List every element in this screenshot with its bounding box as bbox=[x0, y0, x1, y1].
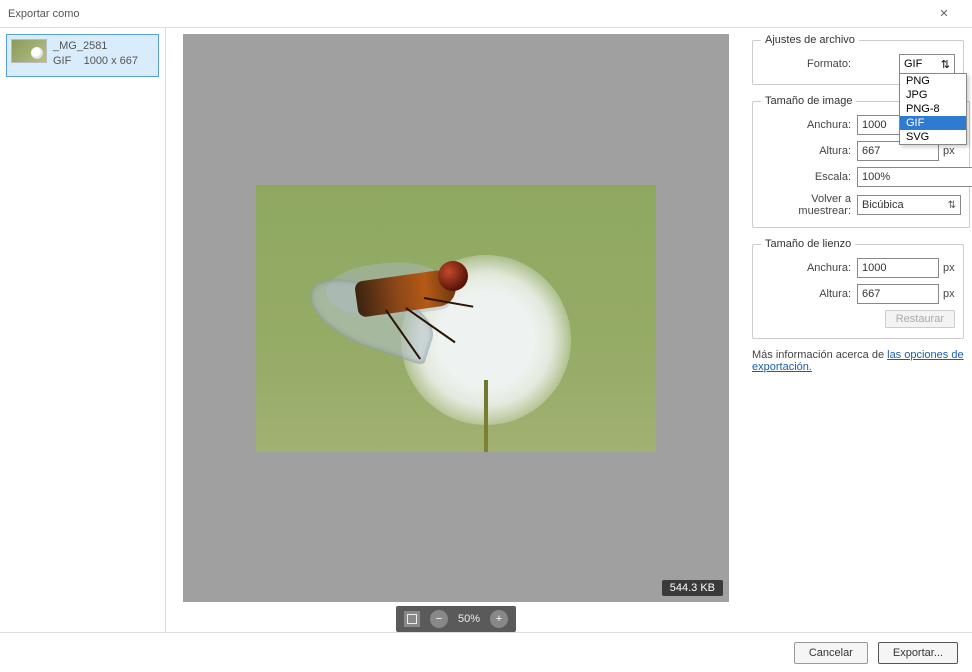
thumbnail-image bbox=[11, 39, 47, 63]
format-option-svg[interactable]: SVG bbox=[900, 130, 966, 144]
format-option-png[interactable]: PNG bbox=[900, 74, 966, 88]
filesize-badge: 544.3 KB bbox=[662, 580, 723, 596]
image-width-label: Anchura: bbox=[761, 119, 857, 131]
resample-label: Volver a muestrear: bbox=[761, 193, 857, 217]
format-option-png-8[interactable]: PNG-8 bbox=[900, 102, 966, 116]
file-settings-group: Ajustes de archivo Formato: GIF ⇅ PNGJPG… bbox=[752, 34, 964, 85]
px-unit: px bbox=[943, 288, 955, 300]
chevron-updown-icon: ⇅ bbox=[948, 200, 956, 211]
chevron-updown-icon: ⇅ bbox=[941, 58, 950, 71]
thumbnail-dimensions: 1000 x 667 bbox=[84, 55, 138, 67]
resample-value: Bicúbica bbox=[862, 199, 904, 211]
thumbnail-item[interactable]: _MG_2581 GIF 1000 x 667 bbox=[6, 34, 159, 77]
main-area: _MG_2581 GIF 1000 x 667 bbox=[0, 28, 972, 632]
export-info-text: Más información acerca de las opciones d… bbox=[752, 349, 964, 373]
format-dropdown: PNGJPGPNG-8GIFSVG bbox=[899, 73, 967, 145]
scale-stepper[interactable]: ▲ ▼ bbox=[857, 167, 961, 187]
preview-panel: 544.3 KB − 50% + bbox=[166, 28, 746, 632]
canvas-height-input[interactable] bbox=[857, 284, 939, 304]
canvas-width-label: Anchura: bbox=[761, 262, 857, 274]
px-unit: px bbox=[943, 262, 955, 274]
dialog-footer: Cancelar Exportar... bbox=[0, 632, 972, 672]
canvas-width-input[interactable] bbox=[857, 258, 939, 278]
close-button[interactable]: ✕ bbox=[924, 0, 964, 28]
canvas-size-legend: Tamaño de lienzo bbox=[761, 238, 855, 250]
scale-input[interactable] bbox=[857, 167, 972, 187]
preview-canvas[interactable]: 544.3 KB bbox=[183, 34, 729, 602]
resample-select[interactable]: Bicúbica ⇅ bbox=[857, 195, 961, 215]
export-button[interactable]: Exportar... bbox=[878, 642, 958, 664]
fit-screen-button[interactable] bbox=[404, 611, 420, 627]
close-icon: ✕ bbox=[939, 7, 948, 20]
format-label: Formato: bbox=[761, 58, 857, 70]
format-select[interactable]: GIF ⇅ bbox=[899, 54, 955, 74]
zoom-out-button[interactable]: − bbox=[430, 610, 448, 628]
settings-panel: Ajustes de archivo Formato: GIF ⇅ PNGJPG… bbox=[746, 28, 972, 632]
format-selected-value: GIF bbox=[904, 58, 922, 70]
format-option-jpg[interactable]: JPG bbox=[900, 88, 966, 102]
canvas-size-group: Tamaño de lienzo Anchura: px Altura: px … bbox=[752, 238, 964, 339]
zoom-in-button[interactable]: + bbox=[490, 610, 508, 628]
zoom-toolbar: − 50% + bbox=[396, 606, 516, 632]
px-unit: px bbox=[943, 145, 955, 157]
thumbnail-format: GIF bbox=[53, 55, 71, 67]
restore-button: Restaurar bbox=[885, 310, 955, 328]
zoom-level: 50% bbox=[458, 613, 480, 625]
thumbnail-panel: _MG_2581 GIF 1000 x 667 bbox=[0, 28, 166, 632]
file-settings-legend: Ajustes de archivo bbox=[761, 34, 859, 46]
title-bar: Exportar como ✕ bbox=[0, 0, 972, 28]
canvas-height-label: Altura: bbox=[761, 288, 857, 300]
format-option-gif[interactable]: GIF bbox=[900, 116, 966, 130]
thumbnail-info: _MG_2581 GIF 1000 x 667 bbox=[53, 39, 138, 70]
cancel-button[interactable]: Cancelar bbox=[794, 642, 868, 664]
preview-image bbox=[256, 185, 656, 452]
window-title: Exportar como bbox=[8, 8, 924, 20]
image-height-label: Altura: bbox=[761, 145, 857, 157]
scale-label: Escala: bbox=[761, 171, 857, 183]
thumbnail-filename: _MG_2581 bbox=[53, 39, 138, 54]
image-size-legend: Tamaño de image bbox=[761, 95, 856, 107]
